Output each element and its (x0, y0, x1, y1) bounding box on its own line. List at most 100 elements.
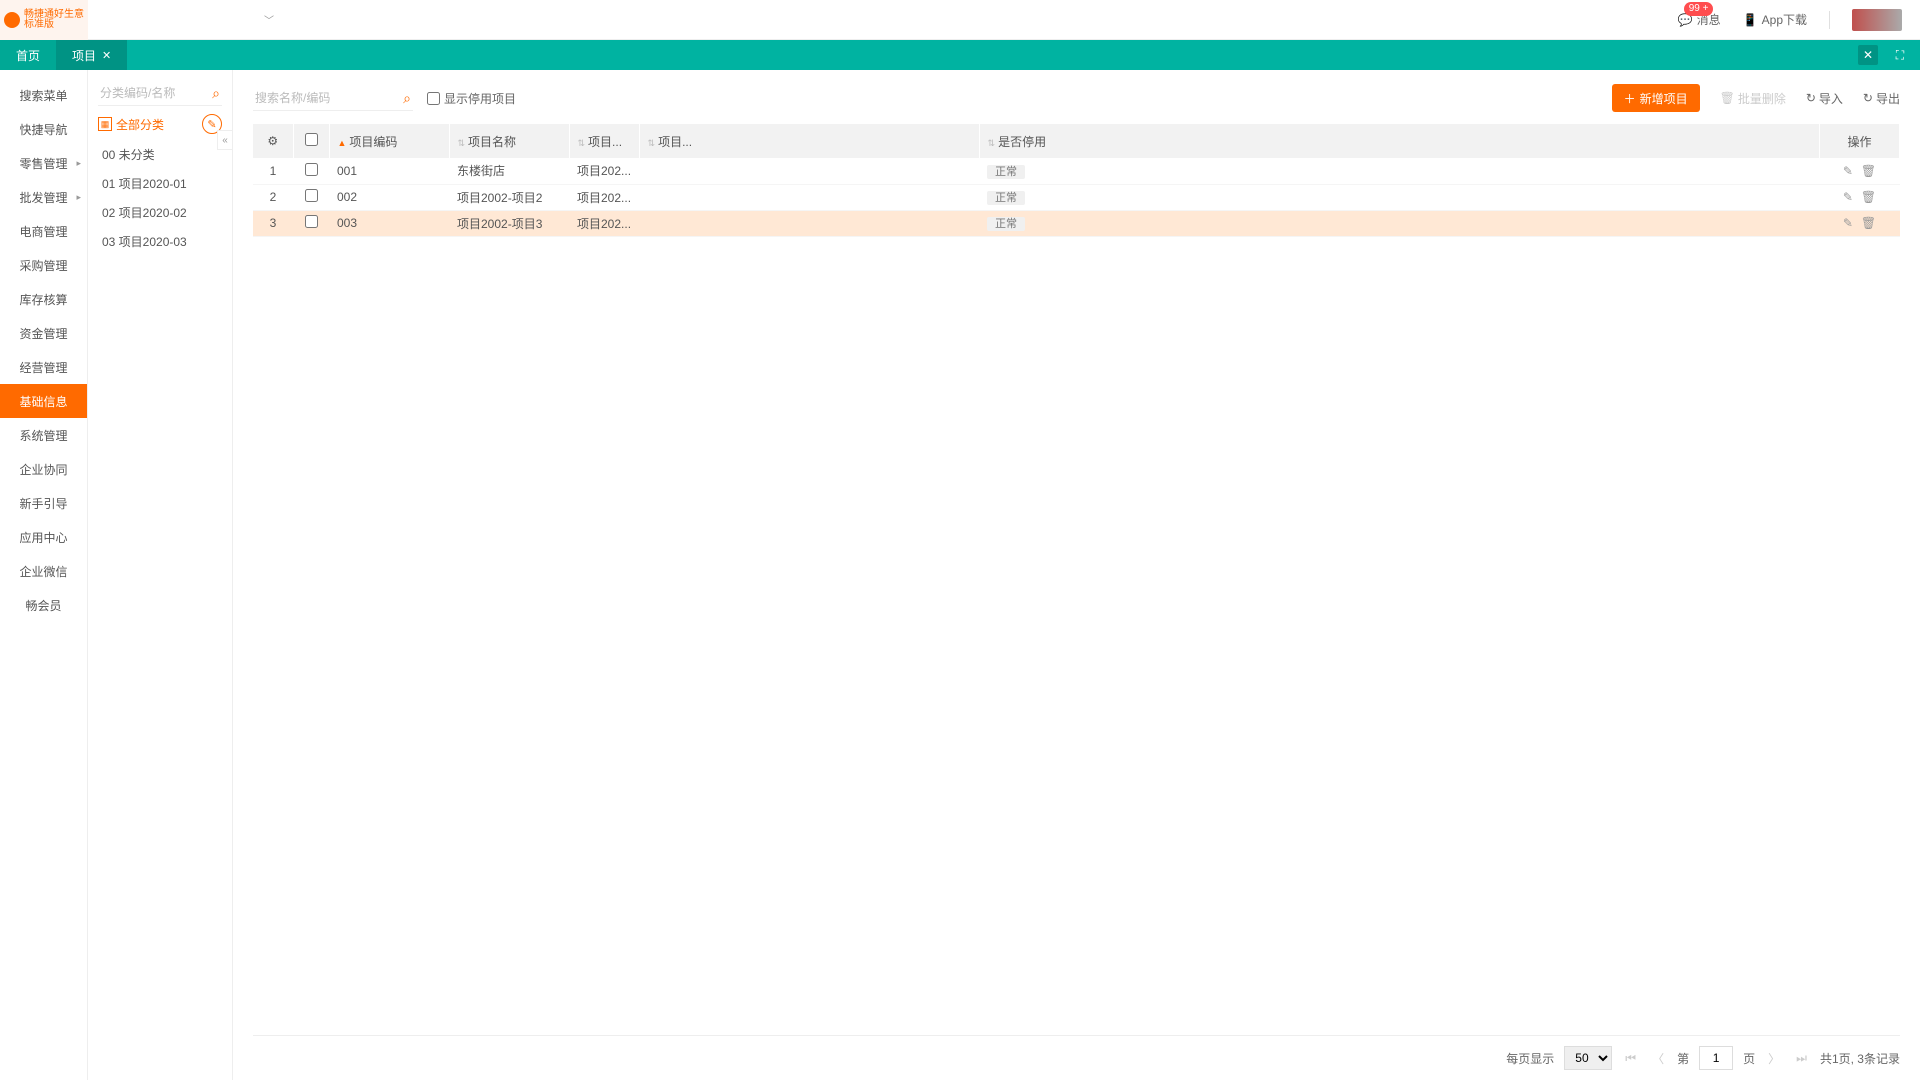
add-project-button[interactable]: ＋ 新增项目 (1612, 84, 1700, 112)
sidebar-item-14[interactable]: 企业微信 (0, 554, 87, 588)
pager-page-input[interactable] (1699, 1046, 1733, 1070)
search-icon[interactable]: ⌕ (212, 85, 220, 102)
sidebar-item-3[interactable]: 批发管理 (0, 180, 87, 214)
row-checkbox[interactable] (305, 163, 318, 176)
header-code[interactable]: ▲项目编码 (329, 124, 449, 158)
table-row[interactable]: 1001东楼街店项目202...正常✎🗑 (253, 158, 1900, 184)
show-disabled-checkbox[interactable]: 显示停用项目 (427, 90, 516, 107)
row-status: 正常 (979, 184, 1819, 210)
sidebar-item-12[interactable]: 新手引导 (0, 486, 87, 520)
row-code: 002 (329, 184, 449, 210)
table-search: ⌕ (253, 85, 413, 111)
import-button[interactable]: ↻ 导入 (1806, 90, 1843, 107)
sidebar-item-13[interactable]: 应用中心 (0, 520, 87, 554)
table-row[interactable]: 2002项目2002-项目2项目202...正常✎🗑 (253, 184, 1900, 210)
category-all[interactable]: ▦ 全部分类 (98, 116, 164, 133)
sidebar-item-6[interactable]: 库存核算 (0, 282, 87, 316)
pager-first[interactable]: ⏮ (1622, 1051, 1639, 1066)
per-page-select[interactable]: 50 (1564, 1046, 1612, 1070)
sidebar-item-1[interactable]: 快捷导航 (0, 112, 87, 146)
row-checkbox[interactable] (305, 189, 318, 202)
sidebar-item-8[interactable]: 经营管理 (0, 350, 87, 384)
row-name: 东楼街店 (449, 158, 569, 184)
pager: 每页显示 50 ⏮ 〈 第 页 〉 ⏭ 共1页, 3条记录 (253, 1035, 1900, 1070)
sidebar-item-4[interactable]: 电商管理 (0, 214, 87, 248)
fullscreen-icon[interactable]: ⛶ (1890, 45, 1910, 65)
top-header: 畅捷通好生意标准版 ﹀ 💬 消息 99 + 📱 App下载 (0, 0, 1920, 40)
header-actions: 💬 消息 99 + 📱 App下载 (1678, 9, 1920, 31)
logo-text: 畅捷通好生意标准版 (24, 10, 84, 30)
export-button[interactable]: ↻ 导出 (1863, 90, 1900, 107)
app-download-button[interactable]: 📱 App下载 (1743, 11, 1807, 28)
header-col4[interactable]: ⇅项目... (639, 124, 979, 158)
row-ops: ✎🗑 (1820, 184, 1900, 210)
chevron-left-icon: « (222, 135, 228, 146)
delete-icon[interactable]: 🗑 (1861, 164, 1876, 178)
category-item-1[interactable]: 01 项目2020-01 (98, 169, 222, 198)
pager-prev[interactable]: 〈 (1649, 1050, 1667, 1067)
row-index: 3 (253, 210, 293, 236)
select-all-checkbox[interactable] (305, 133, 318, 146)
header-gear[interactable]: ⚙ (253, 124, 293, 158)
row-col4 (639, 184, 979, 210)
sidebar-item-5[interactable]: 采购管理 (0, 248, 87, 282)
messages-button[interactable]: 💬 消息 99 + (1678, 11, 1721, 28)
sidebar-item-9[interactable]: 基础信息 (0, 384, 87, 418)
edit-icon[interactable]: ✎ (1843, 216, 1853, 230)
avatar[interactable] (1852, 9, 1902, 31)
category-search-input[interactable] (98, 80, 222, 106)
header-name[interactable]: ⇅项目名称 (449, 124, 569, 158)
sidebar-item-7[interactable]: 资金管理 (0, 316, 87, 350)
messages-badge: 99 + (1684, 2, 1714, 16)
row-col3: 项目202... (569, 210, 639, 236)
tab-bar: 首页 项目 ✕ ✕ ⛶ (0, 40, 1920, 70)
edit-icon[interactable]: ✎ (1843, 190, 1853, 204)
pager-next[interactable]: 〉 (1765, 1050, 1783, 1067)
row-checkbox[interactable] (305, 215, 318, 228)
plus-icon: ＋ (1624, 90, 1636, 107)
company-selector[interactable]: ﹀ (88, 11, 288, 28)
data-table: ⚙ ▲项目编码 ⇅项目名称 ⇅项目... ⇅项目... ⇅是否停用 操作 100… (253, 124, 1900, 237)
header-ops: 操作 (1820, 124, 1900, 158)
batch-delete-button: 🗑 批量删除 (1720, 90, 1786, 107)
sidebar-item-2[interactable]: 零售管理 (0, 146, 87, 180)
sidebar-item-11[interactable]: 企业协同 (0, 452, 87, 486)
sidebar-item-10[interactable]: 系统管理 (0, 418, 87, 452)
row-status: 正常 (979, 158, 1819, 184)
delete-icon[interactable]: 🗑 (1861, 216, 1876, 230)
header-checkbox[interactable] (293, 124, 329, 158)
edit-icon[interactable]: ✎ (1843, 164, 1853, 178)
pager-last[interactable]: ⏭ (1793, 1051, 1810, 1066)
table-row[interactable]: 3003项目2002-项目3项目202...正常✎🗑 (253, 210, 1900, 236)
row-ops: ✎🗑 (1820, 158, 1900, 184)
close-icon[interactable]: ✕ (102, 49, 111, 62)
tab-close-all-button[interactable]: ✕ (1858, 45, 1878, 65)
category-item-2[interactable]: 02 项目2020-02 (98, 198, 222, 227)
header-col3[interactable]: ⇅项目... (569, 124, 639, 158)
category-item-0[interactable]: 00 未分类 (98, 140, 222, 169)
show-disabled-input[interactable] (427, 92, 440, 105)
status-badge: 正常 (987, 217, 1025, 231)
tab-home[interactable]: 首页 (0, 40, 56, 70)
delete-icon[interactable]: 🗑 (1861, 190, 1876, 204)
row-code: 001 (329, 158, 449, 184)
divider (1829, 11, 1830, 29)
logo[interactable]: 畅捷通好生意标准版 (0, 0, 88, 40)
row-checkbox-cell (293, 158, 329, 184)
search-icon[interactable]: ⌕ (403, 90, 411, 107)
table-search-input[interactable] (253, 85, 413, 111)
row-name: 项目2002-项目3 (449, 210, 569, 236)
tab-project[interactable]: 项目 ✕ (56, 40, 127, 70)
category-item-3[interactable]: 03 项目2020-03 (98, 227, 222, 256)
collapse-panel-button[interactable]: « (217, 130, 233, 150)
sidebar-item-0[interactable]: 搜索菜单 (0, 78, 87, 112)
gear-icon: ⚙ (267, 134, 278, 148)
header-enabled[interactable]: ⇅是否停用 (979, 124, 1819, 158)
row-checkbox-cell (293, 184, 329, 210)
row-checkbox-cell (293, 210, 329, 236)
trash-icon: 🗑 (1720, 91, 1735, 105)
export-icon: ↻ (1863, 91, 1873, 105)
sidebar-item-15[interactable]: 畅会员 (0, 588, 87, 622)
edit-icon: ✎ (207, 118, 216, 131)
row-col3: 项目202... (569, 158, 639, 184)
